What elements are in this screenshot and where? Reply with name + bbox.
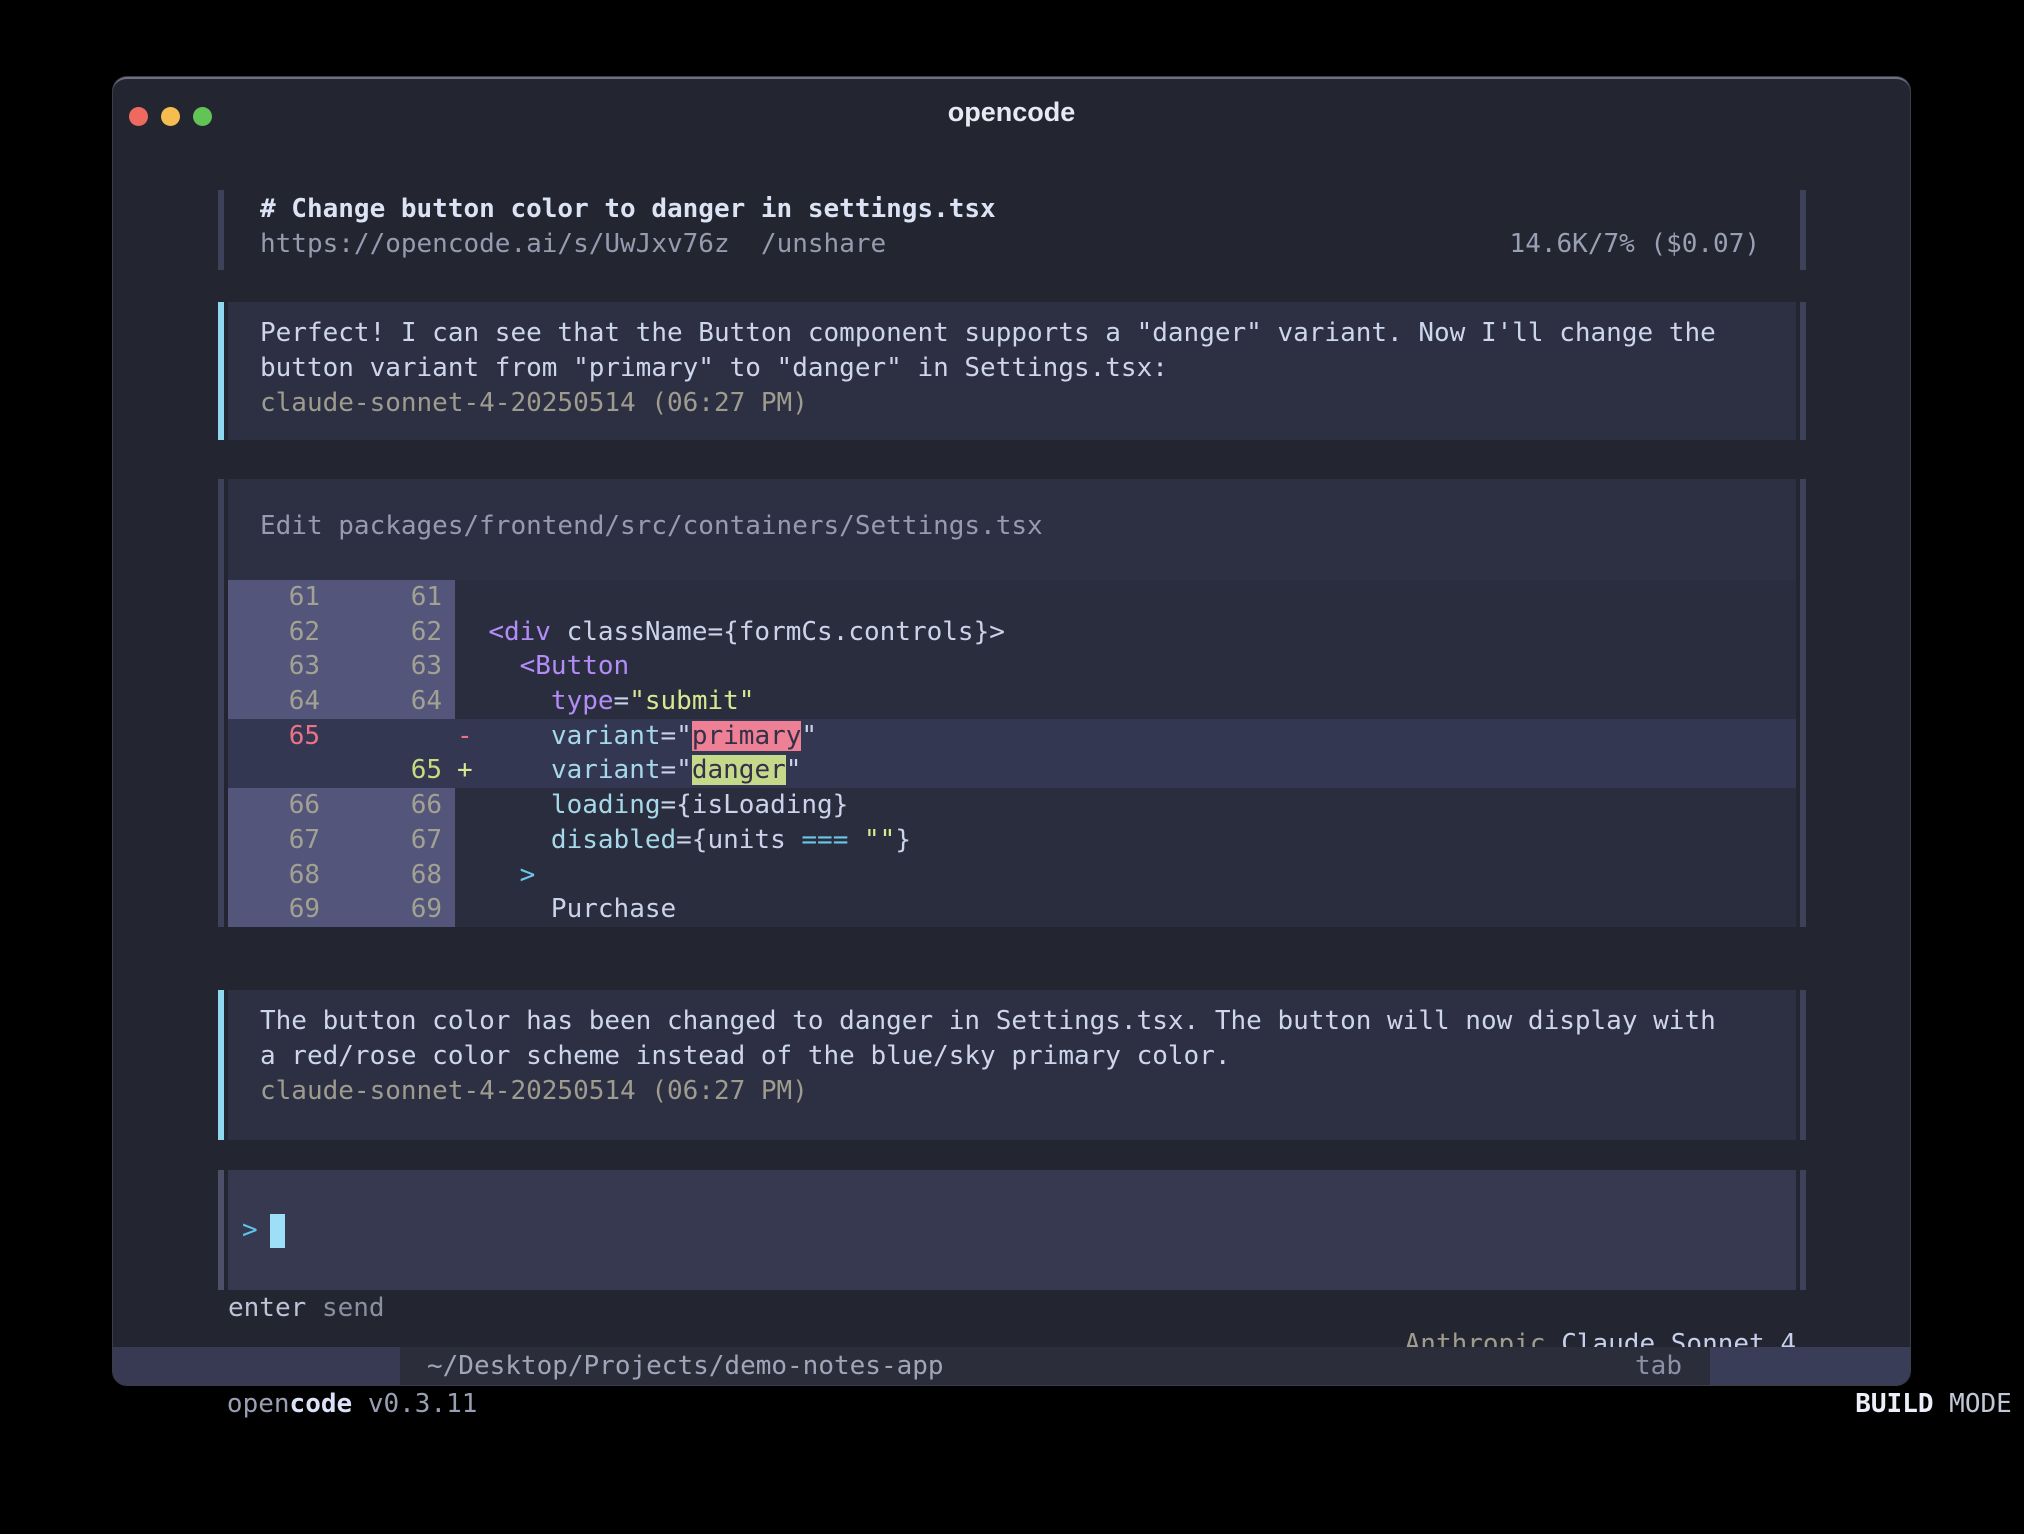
diff-row: 65+ variant="danger" [228,753,1796,788]
new-line-number: 64 [330,684,455,719]
code-line: type="submit" [455,684,1796,719]
edit-right-border [1800,479,1806,927]
header-right-border [1800,190,1806,270]
hint-enter: enter [228,1290,306,1326]
text-cursor [270,1214,285,1248]
hint-send: send [322,1290,385,1326]
working-directory: ~/Desktop/Projects/demo-notes-app [427,1351,944,1381]
mode-build: BUILD [1855,1389,1933,1419]
session-title: # Change button color to danger in setti… [260,192,1796,227]
diff-row: 6666 loading={isLoading} [228,788,1796,823]
diff-row: 65 - variant="primary" [228,719,1796,754]
prompt-input[interactable]: > [218,1170,1806,1290]
old-line-number: 68 [228,858,330,893]
old-line-number [228,753,330,788]
app-version-chip: opencode v0.3.11 [113,1347,400,1385]
app-name-code: code [290,1389,353,1419]
diff-row: 6767 disabled={units === ""} [228,823,1796,858]
old-line-number: 61 [228,580,330,615]
old-line-number: 69 [228,892,330,927]
new-line-number: 63 [330,649,455,684]
code-line: disabled={units === ""} [455,823,1796,858]
edit-left-border [218,479,224,927]
status-bar: opencode v0.3.11 ~/Desktop/Projects/demo… [113,1347,1910,1385]
edit-file-title: Edit packages/frontend/src/containers/Se… [260,509,1043,544]
input-right-border [1800,1170,1806,1290]
edit-tool-card: Edit packages/frontend/src/containers/Se… [218,479,1806,927]
message-meta: claude-sonnet-4-20250514 (06:27 PM) [260,1074,1796,1109]
token-usage: 14.6K/7% ($0.07) [1510,227,1796,262]
message-line: a red/rose color scheme instead of the b… [260,1039,1796,1074]
assistant-message: Perfect! I can see that the Button compo… [218,302,1806,440]
diff-view: 61616262 <div className={formCs.controls… [228,580,1796,927]
message-right-border [1800,302,1806,440]
mode-chip[interactable]: BUILD MODE [1710,1347,1910,1385]
mode-label: MODE [1949,1389,2012,1419]
input-left-border [218,1170,224,1290]
code-line: Purchase [455,892,1796,927]
assistant-message: The button color has been changed to dan… [218,990,1806,1140]
diff-row: 6161 [228,580,1796,615]
diff-row: 6868 > [228,858,1796,893]
message-line: Perfect! I can see that the Button compo… [260,316,1796,351]
new-line-number: 62 [330,615,455,650]
app-version: v0.3.11 [368,1389,478,1419]
old-line-number: 62 [228,615,330,650]
code-line: <div className={formCs.controls}> [455,615,1796,650]
code-line [455,580,1796,615]
new-line-number [330,719,455,754]
code-line: loading={isLoading} [455,788,1796,823]
old-line-number: 66 [228,788,330,823]
header-left-border [218,190,224,270]
new-line-number: 69 [330,892,455,927]
code-line: > [455,858,1796,893]
diff-row: 6363 <Button [228,649,1796,684]
diff-row: 6464 type="submit" [228,684,1796,719]
app-name-open: open [227,1389,290,1419]
prompt-symbol: > [242,1213,258,1248]
new-line-number: 61 [330,580,455,615]
message-accent-border [218,302,224,440]
session-header: # Change button color to danger in setti… [218,190,1806,270]
new-line-number: 65 [330,753,455,788]
old-line-number: 67 [228,823,330,858]
new-line-number: 68 [330,858,455,893]
new-line-number: 67 [330,823,455,858]
diff-row: 6262 <div className={formCs.controls}> [228,615,1796,650]
message-line: button variant from "primary" to "danger… [260,351,1796,386]
unshare-command[interactable]: /unshare [761,227,886,262]
share-url[interactable]: https://opencode.ai/s/UwJxv76z [260,227,730,262]
hints-row: enter send Anthropic Claude Sonnet 4 [218,1290,1806,1326]
old-line-number: 64 [228,684,330,719]
message-accent-border [218,990,224,1140]
message-meta: claude-sonnet-4-20250514 (06:27 PM) [260,386,1796,421]
message-text: Perfect! I can see that the Button compo… [260,316,1796,386]
message-line: The button color has been changed to dan… [260,1004,1796,1039]
old-line-number: 63 [228,649,330,684]
message-text: The button color has been changed to dan… [260,1004,1796,1074]
app-window: opencode # Change button color to danger… [113,77,1910,1385]
code-line: - variant="primary" [455,719,1796,754]
session-view: # Change button color to danger in setti… [218,79,1806,1326]
code-line: + variant="danger" [455,753,1796,788]
code-line: <Button [455,649,1796,684]
old-line-number: 65 [228,719,330,754]
diff-row: 6969 Purchase [228,892,1796,927]
message-right-border [1800,990,1806,1140]
tab-hint[interactable]: tab [1635,1351,1682,1381]
new-line-number: 66 [330,788,455,823]
